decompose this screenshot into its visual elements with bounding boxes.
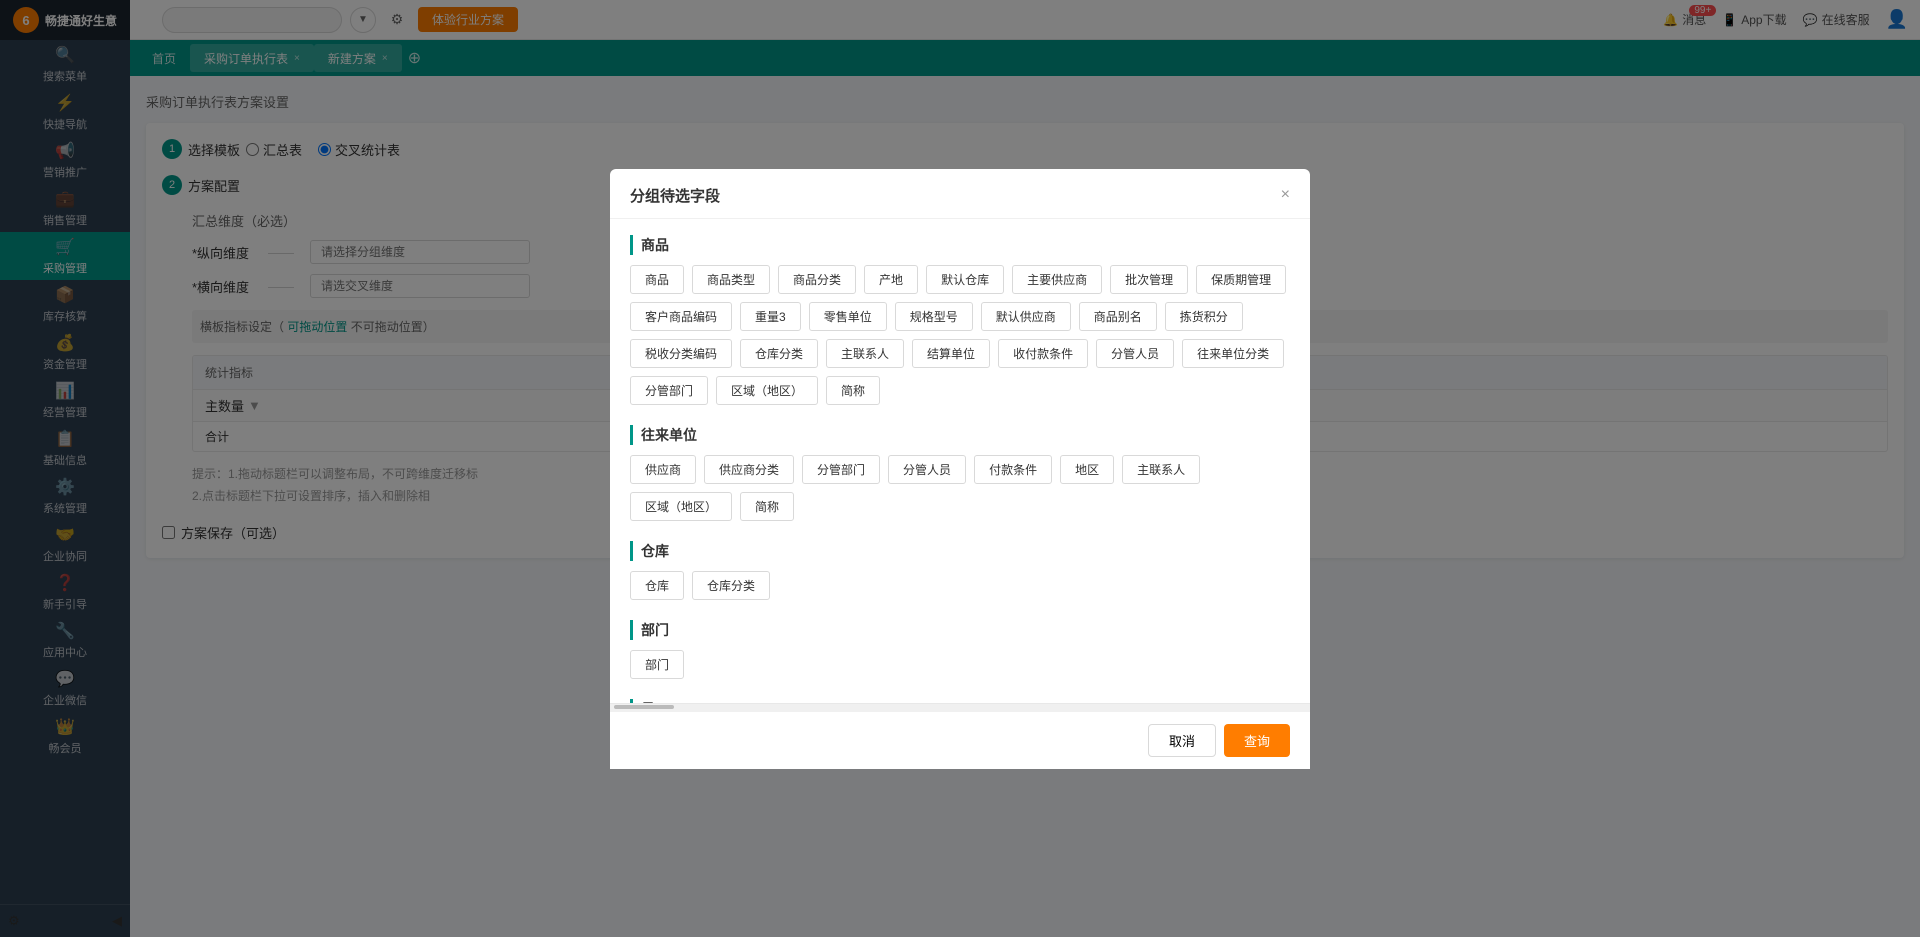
- field-tag-0-2[interactable]: 商品分类: [778, 265, 856, 294]
- field-section-3: 部门部门: [630, 620, 1290, 679]
- field-tag-2-0[interactable]: 仓库: [630, 571, 684, 600]
- modal-close-btn[interactable]: ×: [1281, 186, 1290, 204]
- field-tag-0-13[interactable]: 商品别名: [1079, 302, 1157, 331]
- field-tags-0: 商品商品类型商品分类产地默认仓库主要供应商批次管理保质期管理客户商品编码重量3 零…: [630, 265, 1290, 405]
- section-title-1: 往来单位: [630, 425, 1290, 445]
- field-tag-0-7[interactable]: 保质期管理: [1196, 265, 1286, 294]
- modal-overlay: 分组待选字段 × 商品商品商品类型商品分类产地默认仓库主要供应商批次管理保质期管…: [0, 0, 1920, 937]
- field-tag-0-5[interactable]: 主要供应商: [1012, 265, 1102, 294]
- scrollbar-thumb-h: [614, 705, 674, 709]
- field-tag-1-4[interactable]: 付款条件: [974, 455, 1052, 484]
- confirm-button[interactable]: 查询: [1224, 724, 1290, 757]
- field-tag-0-6[interactable]: 批次管理: [1110, 265, 1188, 294]
- horizontal-scrollbar[interactable]: [610, 703, 1310, 711]
- field-tag-0-19[interactable]: 收付款条件: [998, 339, 1088, 368]
- field-tag-1-0[interactable]: 供应商: [630, 455, 696, 484]
- modal-header: 分组待选字段 ×: [610, 169, 1310, 219]
- modal: 分组待选字段 × 商品商品商品类型商品分类产地默认仓库主要供应商批次管理保质期管…: [610, 169, 1310, 769]
- field-tag-0-16[interactable]: 仓库分类: [740, 339, 818, 368]
- field-tag-1-1[interactable]: 供应商分类: [704, 455, 794, 484]
- field-section-2: 仓库仓库仓库分类: [630, 541, 1290, 600]
- field-tag-1-6[interactable]: 主联系人: [1122, 455, 1200, 484]
- field-tag-0-18[interactable]: 结算单位: [912, 339, 990, 368]
- field-tag-0-12[interactable]: 默认供应商: [981, 302, 1071, 331]
- field-tag-1-3[interactable]: 分管人员: [888, 455, 966, 484]
- section-title-2: 仓库: [630, 541, 1290, 561]
- field-tag-0-15[interactable]: 税收分类编码: [630, 339, 732, 368]
- field-tags-3: 部门: [630, 650, 1290, 679]
- field-tag-0-0[interactable]: 商品: [630, 265, 684, 294]
- field-tag-0-17[interactable]: 主联系人: [826, 339, 904, 368]
- modal-body: 商品商品商品类型商品分类产地默认仓库主要供应商批次管理保质期管理客户商品编码重量…: [610, 219, 1310, 703]
- field-tag-0-23[interactable]: 区域（地区）: [716, 376, 818, 405]
- field-tag-1-2[interactable]: 分管部门: [802, 455, 880, 484]
- field-tag-0-8[interactable]: 客户商品编码: [630, 302, 732, 331]
- field-tag-0-20[interactable]: 分管人员: [1096, 339, 1174, 368]
- field-tag-3-0[interactable]: 部门: [630, 650, 684, 679]
- field-tag-0-24[interactable]: 简称: [826, 376, 880, 405]
- section-title-0: 商品: [630, 235, 1290, 255]
- field-tag-1-7[interactable]: 区域（地区）: [630, 492, 732, 521]
- section-title-3: 部门: [630, 620, 1290, 640]
- field-tag-0-1[interactable]: 商品类型: [692, 265, 770, 294]
- field-section-1: 往来单位供应商供应商分类分管部门分管人员付款条件地区主联系人区域（地区） 简称: [630, 425, 1290, 521]
- field-tag-1-5[interactable]: 地区: [1060, 455, 1114, 484]
- cancel-button[interactable]: 取消: [1148, 724, 1216, 757]
- modal-footer: 取消 查询: [610, 711, 1310, 769]
- field-tag-0-9[interactable]: 重量3: [740, 302, 801, 331]
- field-tag-0-10[interactable]: 零售单位: [809, 302, 887, 331]
- field-tag-0-14[interactable]: 拣货积分: [1165, 302, 1243, 331]
- field-tag-0-21[interactable]: 往来单位分类: [1182, 339, 1284, 368]
- field-tag-0-3[interactable]: 产地: [864, 265, 918, 294]
- field-tags-2: 仓库仓库分类: [630, 571, 1290, 600]
- modal-title: 分组待选字段: [630, 185, 720, 206]
- field-tag-0-11[interactable]: 规格型号: [895, 302, 973, 331]
- field-tag-0-4[interactable]: 默认仓库: [926, 265, 1004, 294]
- field-tag-2-1[interactable]: 仓库分类: [692, 571, 770, 600]
- field-tag-1-8[interactable]: 简称: [740, 492, 794, 521]
- field-tag-0-22[interactable]: 分管部门: [630, 376, 708, 405]
- field-section-0: 商品商品商品类型商品分类产地默认仓库主要供应商批次管理保质期管理客户商品编码重量…: [630, 235, 1290, 405]
- field-tags-1: 供应商供应商分类分管部门分管人员付款条件地区主联系人区域（地区） 简称: [630, 455, 1290, 521]
